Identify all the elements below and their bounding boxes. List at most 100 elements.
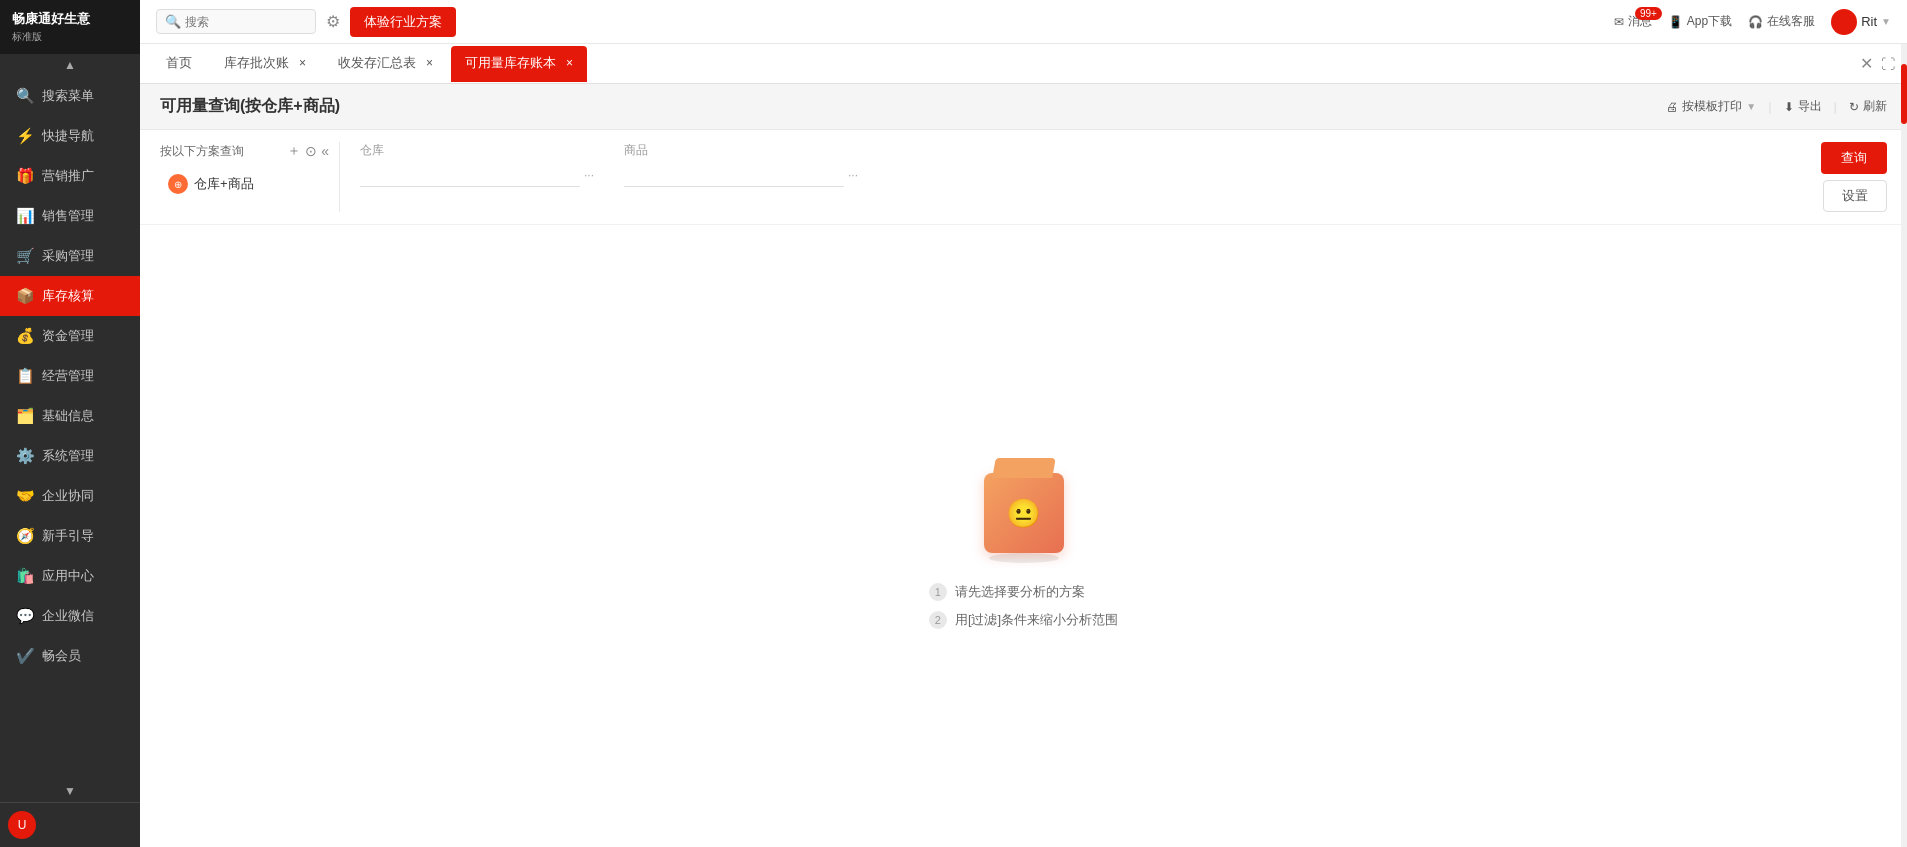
tab-batch-account-close[interactable]: ×: [299, 56, 306, 70]
tab-receipt-summary[interactable]: 收发存汇总表 ×: [324, 46, 447, 82]
page-header: 可用量查询(按仓库+商品) 🖨 按模板打印 ▼ | ⬇ 导出 | ↻ 刷新: [140, 84, 1907, 130]
sidebar-item-quick-nav[interactable]: ⚡ 快捷导航: [0, 116, 140, 156]
tip-text-1: 请先选择要分析的方案: [955, 583, 1085, 601]
scheme-warehouse-product[interactable]: ⊕ 仓库+商品: [160, 168, 329, 200]
tip-num-2: 2: [929, 611, 947, 629]
app-download-button[interactable]: 📱 App下载: [1668, 13, 1732, 30]
tab-receipt-summary-close[interactable]: ×: [426, 56, 433, 70]
warehouse-more-button[interactable]: ···: [584, 168, 594, 182]
search-icon-topbar: 🔍: [165, 14, 181, 29]
separator2: |: [1834, 99, 1837, 114]
chevron-down-icon-print: ▼: [1746, 101, 1756, 112]
sidebar-label-newbie: 新手引导: [42, 527, 94, 545]
tab-available-ledger-close[interactable]: ×: [566, 56, 573, 70]
sidebar-item-enterprise-wechat[interactable]: 💬 企业微信: [0, 596, 140, 636]
print-button[interactable]: 🖨 按模板打印 ▼: [1666, 98, 1756, 115]
tabbar: 首页 库存批次账 × 收发存汇总表 × 可用量库存账本 × ✕ ⛶: [140, 44, 1907, 84]
basics-icon: 🗂️: [16, 407, 34, 425]
system-icon: ⚙️: [16, 447, 34, 465]
sidebar-scroll-up[interactable]: ▲: [0, 54, 140, 76]
refresh-label: 刷新: [1863, 98, 1887, 115]
message-button[interactable]: ✉ 消息 99+: [1614, 13, 1652, 30]
filter-right: 查询 设置: [1821, 142, 1887, 212]
collapse-scheme-button[interactable]: «: [321, 143, 329, 159]
app-center-icon: 🛍️: [16, 567, 34, 585]
tab-batch-account[interactable]: 库存批次账 ×: [210, 46, 320, 82]
industry-solution-button[interactable]: 体验行业方案: [350, 7, 456, 37]
sidebar-label-membership: 畅会员: [42, 647, 81, 665]
sidebar-item-enterprise[interactable]: 🤝 企业协同: [0, 476, 140, 516]
sidebar-label-app-center: 应用中心: [42, 567, 94, 585]
refresh-icon: ↻: [1849, 100, 1859, 114]
brand-name: 畅康通好生意: [12, 10, 128, 28]
tab-available-ledger-label: 可用量库存账本: [465, 54, 556, 72]
sidebar-label-sales: 销售管理: [42, 207, 94, 225]
sidebar-item-inventory[interactable]: 📦 库存核算: [0, 276, 140, 316]
product-field-label: 商品: [624, 142, 858, 159]
sidebar-item-sales[interactable]: 📊 销售管理: [0, 196, 140, 236]
sidebar-item-membership[interactable]: ✔️ 畅会员: [0, 636, 140, 676]
sidebar-label-purchase: 采购管理: [42, 247, 94, 265]
sidebar-header: 畅康通好生意 标准版: [0, 0, 140, 54]
tab-available-ledger[interactable]: 可用量库存账本 ×: [451, 46, 587, 82]
page-title: 可用量查询(按仓库+商品): [160, 96, 340, 117]
online-service-button[interactable]: 🎧 在线客服: [1748, 13, 1815, 30]
sidebar-item-search[interactable]: 🔍 搜索菜单: [0, 76, 140, 116]
product-more-button[interactable]: ···: [848, 168, 858, 182]
warehouse-field-input[interactable]: [360, 163, 580, 187]
query-button[interactable]: 查询: [1821, 142, 1887, 174]
tabbar-close-button[interactable]: ✕: [1860, 54, 1873, 73]
scrollbar-thumb: [1901, 64, 1907, 124]
filter-fields: 仓库 ··· 商品 ···: [340, 142, 1821, 212]
sidebar-item-basics[interactable]: 🗂️ 基础信息: [0, 396, 140, 436]
user-avatar-small: U: [8, 811, 36, 839]
right-scrollbar[interactable]: [1901, 44, 1907, 847]
filter-schemes-header: 按以下方案查询 ＋ ⊙ «: [160, 142, 329, 160]
print-label: 按模板打印: [1682, 98, 1742, 115]
sidebar-item-system[interactable]: ⚙️ 系统管理: [0, 436, 140, 476]
tabbar-expand-button[interactable]: ⛶: [1881, 56, 1895, 72]
tip-num-1: 1: [929, 583, 947, 601]
sidebar-label-system: 系统管理: [42, 447, 94, 465]
sidebar-item-purchase[interactable]: 🛒 采购管理: [0, 236, 140, 276]
add-scheme-button[interactable]: ＋: [287, 142, 301, 160]
empty-state: 😐 1 请先选择要分析的方案 2 用[过滤]条件来缩小分析范围: [140, 225, 1907, 847]
illustration-box: 😐: [984, 473, 1064, 553]
sidebar-bottom-user[interactable]: U: [0, 802, 140, 847]
sidebar-label-inventory: 库存核算: [42, 287, 94, 305]
sidebar-label-enterprise: 企业协同: [42, 487, 94, 505]
membership-icon: ✔️: [16, 647, 34, 665]
sidebar-scroll-down[interactable]: ▼: [0, 780, 140, 802]
topbar-left: 🔍 ⚙ 体验行业方案: [156, 7, 456, 37]
sidebar-item-newbie[interactable]: 🧭 新手引导: [0, 516, 140, 556]
refresh-button[interactable]: ↻ 刷新: [1849, 98, 1887, 115]
separator1: |: [1768, 99, 1771, 114]
settings-scheme-button[interactable]: ⊙: [305, 143, 317, 159]
scheme-label: 仓库+商品: [194, 175, 254, 193]
inventory-icon: 📦: [16, 287, 34, 305]
illustration-shadow: [989, 553, 1059, 563]
sidebar-item-marketing[interactable]: 🎁 营销推广: [0, 156, 140, 196]
user-avatar: [1831, 9, 1857, 35]
empty-tip-2: 2 用[过滤]条件来缩小分析范围: [929, 611, 1118, 629]
sidebar-label-finance: 资金管理: [42, 327, 94, 345]
tab-home[interactable]: 首页: [152, 46, 206, 82]
app-icon: 📱: [1668, 15, 1683, 29]
page-actions: 🖨 按模板打印 ▼ | ⬇ 导出 | ↻ 刷新: [1666, 98, 1887, 115]
service-icon: 🎧: [1748, 15, 1763, 29]
search-input[interactable]: [185, 15, 285, 29]
sidebar-item-operations[interactable]: 📋 经营管理: [0, 356, 140, 396]
export-button[interactable]: ⬇ 导出: [1784, 98, 1822, 115]
tabbar-actions: ✕ ⛶: [1860, 54, 1895, 73]
user-menu[interactable]: Rit ▼: [1831, 9, 1891, 35]
sidebar: 畅康通好生意 标准版 ▲ 🔍 搜索菜单 ⚡ 快捷导航 🎁 营销推广 📊 销售管理…: [0, 0, 140, 847]
sidebar-item-app-center[interactable]: 🛍️ 应用中心: [0, 556, 140, 596]
filter-schemes-title: 按以下方案查询: [160, 143, 244, 160]
gear-icon[interactable]: ⚙: [326, 12, 340, 31]
sidebar-label-quick-nav: 快捷导航: [42, 127, 94, 145]
product-field-input[interactable]: [624, 163, 844, 187]
table-settings-button[interactable]: 设置: [1823, 180, 1887, 212]
sidebar-item-finance[interactable]: 💰 资金管理: [0, 316, 140, 356]
message-badge: 99+: [1635, 7, 1662, 20]
newbie-icon: 🧭: [16, 527, 34, 545]
